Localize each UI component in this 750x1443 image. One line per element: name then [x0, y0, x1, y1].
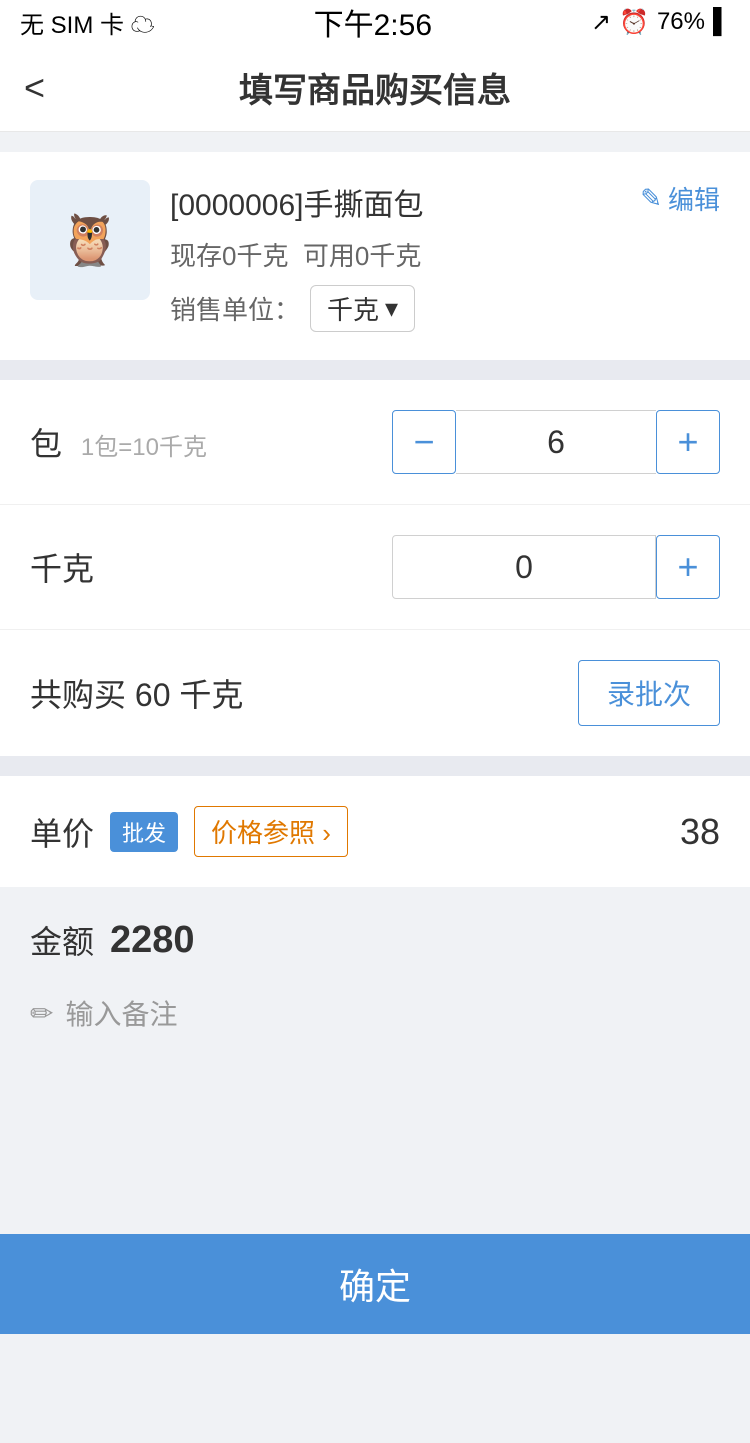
sim-status: 无 SIM 卡 ☁	[20, 5, 155, 40]
note-placeholder: 输入备注	[65, 993, 177, 1033]
kg-quantity-input[interactable]	[392, 535, 656, 599]
battery-icon: ▌	[713, 8, 730, 36]
section-divider-2	[0, 756, 750, 776]
note-icon: ✏	[30, 997, 53, 1030]
price-type-badge: 批发	[110, 812, 178, 852]
chevron-down-icon: ▾	[385, 293, 398, 324]
back-button[interactable]: <	[24, 67, 45, 109]
product-stock: 现存0千克 可用0千克	[170, 236, 720, 273]
batch-button[interactable]: 录批次	[578, 660, 720, 726]
quantity-kg-label: 千克	[30, 544, 392, 590]
quantity-bao-label: 包 1包=10千克	[30, 419, 392, 465]
location-icon: ↗	[591, 8, 611, 37]
product-thumbnail-icon: 🦉	[59, 211, 121, 270]
status-time: 下午2:56	[314, 0, 432, 44]
product-info: [0000006]手撕面包 现存0千克 可用0千克 销售单位： 千克 ▾	[170, 180, 720, 332]
kg-plus-button[interactable]: +	[656, 535, 720, 599]
summary-row: 共购买 60 千克 录批次	[0, 630, 750, 756]
quantity-bao-hint: 1包=10千克	[81, 434, 207, 461]
amount-section: 金额 2280 ✏ 输入备注	[0, 887, 750, 1043]
note-row[interactable]: ✏ 输入备注	[30, 983, 720, 1043]
unit-select[interactable]: 千克 ▾	[310, 285, 415, 332]
quantity-bao-control: − +	[392, 410, 720, 474]
page-title: 填写商品购买信息	[239, 63, 511, 112]
bao-plus-button[interactable]: +	[656, 410, 720, 474]
product-name: [0000006]手撕面包	[170, 180, 720, 224]
price-label: 单价	[30, 809, 94, 855]
quantity-bao-section: 包 1包=10千克 − + 千克 +	[0, 380, 750, 630]
product-image: 🦉	[30, 180, 150, 300]
amount-label: 金额	[30, 917, 94, 963]
alarm-icon: ⏰	[619, 8, 649, 37]
nav-bar: < 填写商品购买信息	[0, 44, 750, 132]
quantity-kg-control: +	[392, 535, 720, 599]
price-section: 单价 批发 价格参照 › 38	[0, 776, 750, 887]
edit-button[interactable]: ✎ 编辑	[640, 180, 720, 217]
amount-value: 2280	[110, 919, 195, 962]
status-right: ↗ ⏰ 76% ▌	[591, 8, 730, 37]
confirm-button[interactable]: 确定	[0, 1234, 750, 1334]
bao-minus-button[interactable]: −	[392, 410, 456, 474]
price-value: 38	[680, 811, 720, 853]
battery-level: 76%	[657, 8, 705, 36]
section-divider-1	[0, 360, 750, 380]
quantity-bao-row: 包 1包=10千克 − +	[0, 380, 750, 505]
quantity-kg-row: 千克 +	[0, 505, 750, 630]
amount-row: 金额 2280	[30, 917, 720, 963]
status-bar: 无 SIM 卡 ☁ 下午2:56 ↗ ⏰ 76% ▌	[0, 0, 750, 44]
product-unit-row: 销售单位： 千克 ▾	[170, 285, 720, 332]
status-left: 无 SIM 卡 ☁	[20, 5, 155, 40]
price-reference-button[interactable]: 价格参照 ›	[194, 806, 348, 857]
product-card: 🦉 [0000006]手撕面包 现存0千克 可用0千克 销售单位： 千克 ▾ ✎…	[0, 152, 750, 360]
edit-icon: ✎	[640, 183, 662, 214]
bao-quantity-input[interactable]	[456, 410, 656, 474]
summary-text: 共购买 60 千克	[30, 670, 243, 716]
